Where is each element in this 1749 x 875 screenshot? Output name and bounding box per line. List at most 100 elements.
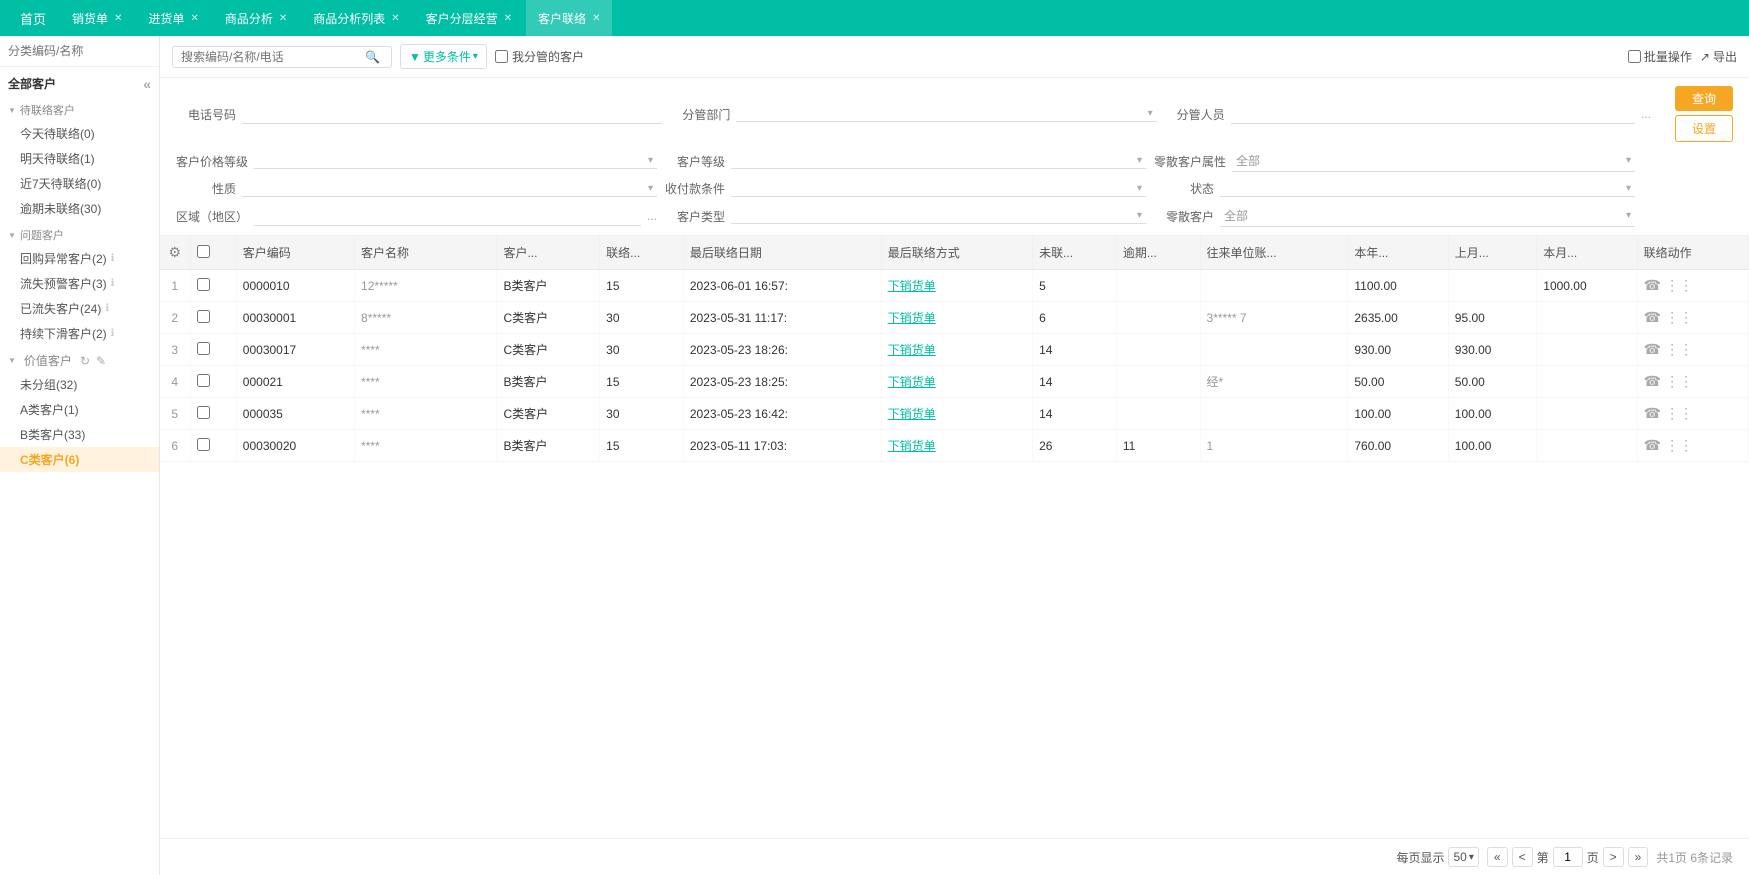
nav-product-analysis[interactable]: 商品分析 ✕ xyxy=(213,0,299,36)
filter-region-input[interactable] xyxy=(254,207,641,226)
batch-op-check[interactable] xyxy=(1628,50,1641,63)
cell-code: 00030017 xyxy=(236,334,354,366)
filter-status-select[interactable]: ▾ xyxy=(1220,181,1635,197)
more-conditions-btn[interactable]: ▼ 更多条件 ▾ xyxy=(400,44,487,69)
nav-customer-segmentation[interactable]: 客户分层经营 ✕ xyxy=(414,0,524,36)
cell-last-contact-method[interactable]: 下销货单 xyxy=(881,302,1032,334)
cell-last-contact-method[interactable]: 下销货单 xyxy=(881,334,1032,366)
next-page-btn[interactable]: > xyxy=(1603,847,1624,867)
all-customers-header[interactable]: 全部客户 « xyxy=(0,67,159,96)
sidebar-item-b-class[interactable]: B类客户(33) xyxy=(0,422,159,447)
sidebar-item-churn-warning[interactable]: 流失预警客户(3) ℹ xyxy=(0,271,159,296)
filter-manager-input[interactable] xyxy=(1231,105,1635,124)
sidebar-group-problem[interactable]: 问题客户 xyxy=(0,221,159,246)
cell-this-month xyxy=(1537,398,1637,430)
sidebar-item-abnormal[interactable]: 回购异常客户(2) ℹ xyxy=(0,246,159,271)
cell-receivable xyxy=(1200,334,1348,366)
cell-type: C类客户 xyxy=(497,398,600,430)
filter-nature-select[interactable]: ▾ xyxy=(242,181,657,197)
close-customer-contact-icon[interactable]: ✕ xyxy=(592,13,600,24)
filter-phone-input[interactable] xyxy=(242,105,662,124)
row-checkbox[interactable] xyxy=(197,278,210,291)
nav-purchase-order[interactable]: 进货单 ✕ xyxy=(136,0,210,36)
edit-icon[interactable]: ✎ xyxy=(96,354,106,368)
more-action-icon[interactable]: ⋮⋮ xyxy=(1665,341,1693,358)
sidebar-item-c-class[interactable]: C类客户(6) xyxy=(0,447,159,472)
sidebar-item-7days[interactable]: 近7天待联络(0) xyxy=(0,171,159,196)
more-action-icon[interactable]: ⋮⋮ xyxy=(1665,277,1693,294)
prev-page-btn[interactable]: < xyxy=(1512,847,1533,867)
sidebar-group-pending[interactable]: 待联络客户 xyxy=(0,96,159,121)
page-size-box[interactable]: 50 ▾ xyxy=(1448,847,1478,867)
filter-price-grade-select[interactable]: ▾ xyxy=(254,153,657,169)
more-action-icon[interactable]: ⋮⋮ xyxy=(1665,373,1693,390)
contact-icon[interactable]: ☎ xyxy=(1644,341,1661,358)
my-customers-check[interactable] xyxy=(495,50,508,63)
close-product-analysis-list-icon[interactable]: ✕ xyxy=(391,13,399,24)
region-more-btn[interactable]: ... xyxy=(647,209,657,223)
sidebar-item-a-class[interactable]: A类客户(1) xyxy=(0,397,159,422)
batch-op-btn[interactable]: 批量操作 xyxy=(1628,48,1692,65)
collapse-icon[interactable]: « xyxy=(143,76,151,92)
close-customer-segmentation-icon[interactable]: ✕ xyxy=(504,13,512,24)
cell-last-contact-method[interactable]: 下销货单 xyxy=(881,270,1032,302)
sidebar-item-churned[interactable]: 已流失客户(24) ℹ xyxy=(0,296,159,321)
first-page-btn[interactable]: « xyxy=(1487,847,1508,867)
cell-last-contact-method[interactable]: 下销货单 xyxy=(881,398,1032,430)
th-action: 联络动作 xyxy=(1637,236,1748,270)
sidebar-search-input[interactable] xyxy=(8,44,160,58)
search-icon[interactable]: 🔍 xyxy=(365,50,380,64)
search-input[interactable] xyxy=(181,50,361,64)
cell-last-contact-method[interactable]: 下销货单 xyxy=(881,366,1032,398)
row-checkbox[interactable] xyxy=(197,406,210,419)
th-settings[interactable]: ⚙ xyxy=(160,236,190,270)
sidebar-item-overdue[interactable]: 逾期未联络(30) xyxy=(0,196,159,221)
cell-name: **** xyxy=(355,398,497,430)
cell-last-contact-method[interactable]: 下销货单 xyxy=(881,430,1032,462)
filter-retail-customer-select[interactable]: 全部 ▾ xyxy=(1220,205,1635,227)
more-action-icon[interactable]: ⋮⋮ xyxy=(1665,405,1693,422)
sidebar-item-ungrouped[interactable]: 未分组(32) xyxy=(0,372,159,397)
sidebar-item-declining[interactable]: 持续下滑客户(2) ℹ xyxy=(0,321,159,346)
sidebar-item-tomorrow[interactable]: 明天待联络(1) xyxy=(0,146,159,171)
contact-icon[interactable]: ☎ xyxy=(1644,405,1661,422)
more-action-icon[interactable]: ⋮⋮ xyxy=(1665,437,1693,454)
filter-dept-select[interactable]: ▾ xyxy=(736,106,1156,122)
filter-nature: 性质 ▾ xyxy=(176,180,657,197)
cell-this-month xyxy=(1537,302,1637,334)
row-checkbox[interactable] xyxy=(197,310,210,323)
close-sales-order-icon[interactable]: ✕ xyxy=(114,13,122,24)
last-page-btn[interactable]: » xyxy=(1628,847,1649,867)
nav-customer-contact[interactable]: 客户联络 ✕ xyxy=(526,0,612,36)
filter-retail-attr-select[interactable]: 全部 ▾ xyxy=(1232,150,1635,172)
contact-icon[interactable]: ☎ xyxy=(1644,309,1661,326)
row-checkbox[interactable] xyxy=(197,438,210,451)
right-actions: 批量操作 ↗ 导出 xyxy=(1628,48,1737,65)
sidebar-item-today[interactable]: 今天待联络(0) xyxy=(0,121,159,146)
nav-home[interactable]: 首页 xyxy=(8,0,58,36)
cell-code: 00030001 xyxy=(236,302,354,334)
manager-more-btn[interactable]: ... xyxy=(1641,107,1651,121)
row-checkbox[interactable] xyxy=(197,342,210,355)
nav-sales-order[interactable]: 销货单 ✕ xyxy=(60,0,134,36)
contact-icon[interactable]: ☎ xyxy=(1644,373,1661,390)
filter-customer-type-select[interactable]: ▾ xyxy=(731,208,1146,224)
contact-icon[interactable]: ☎ xyxy=(1644,437,1661,454)
table-settings-icon[interactable]: ⚙ xyxy=(168,244,181,260)
row-checkbox[interactable] xyxy=(197,374,210,387)
refresh-icon[interactable]: ↻ xyxy=(80,354,90,368)
filter-payment-select[interactable]: ▾ xyxy=(731,181,1146,197)
filter-customer-grade-select[interactable]: ▾ xyxy=(731,153,1146,169)
close-purchase-order-icon[interactable]: ✕ xyxy=(190,13,198,24)
more-action-icon[interactable]: ⋮⋮ xyxy=(1665,309,1693,326)
page-number-input[interactable] xyxy=(1553,847,1583,867)
query-btn[interactable]: 查询 xyxy=(1675,86,1733,111)
select-all-checkbox[interactable] xyxy=(197,245,210,258)
table-row: 1 0000010 12***** B类客户 15 2023-06-01 16:… xyxy=(160,270,1749,302)
close-product-analysis-icon[interactable]: ✕ xyxy=(279,13,287,24)
contact-icon[interactable]: ☎ xyxy=(1644,277,1661,294)
nav-product-analysis-list[interactable]: 商品分析列表 ✕ xyxy=(301,0,411,36)
cell-num: 3 xyxy=(160,334,190,366)
export-btn[interactable]: ↗ 导出 xyxy=(1700,48,1737,65)
settings-btn[interactable]: 设置 xyxy=(1675,115,1733,142)
